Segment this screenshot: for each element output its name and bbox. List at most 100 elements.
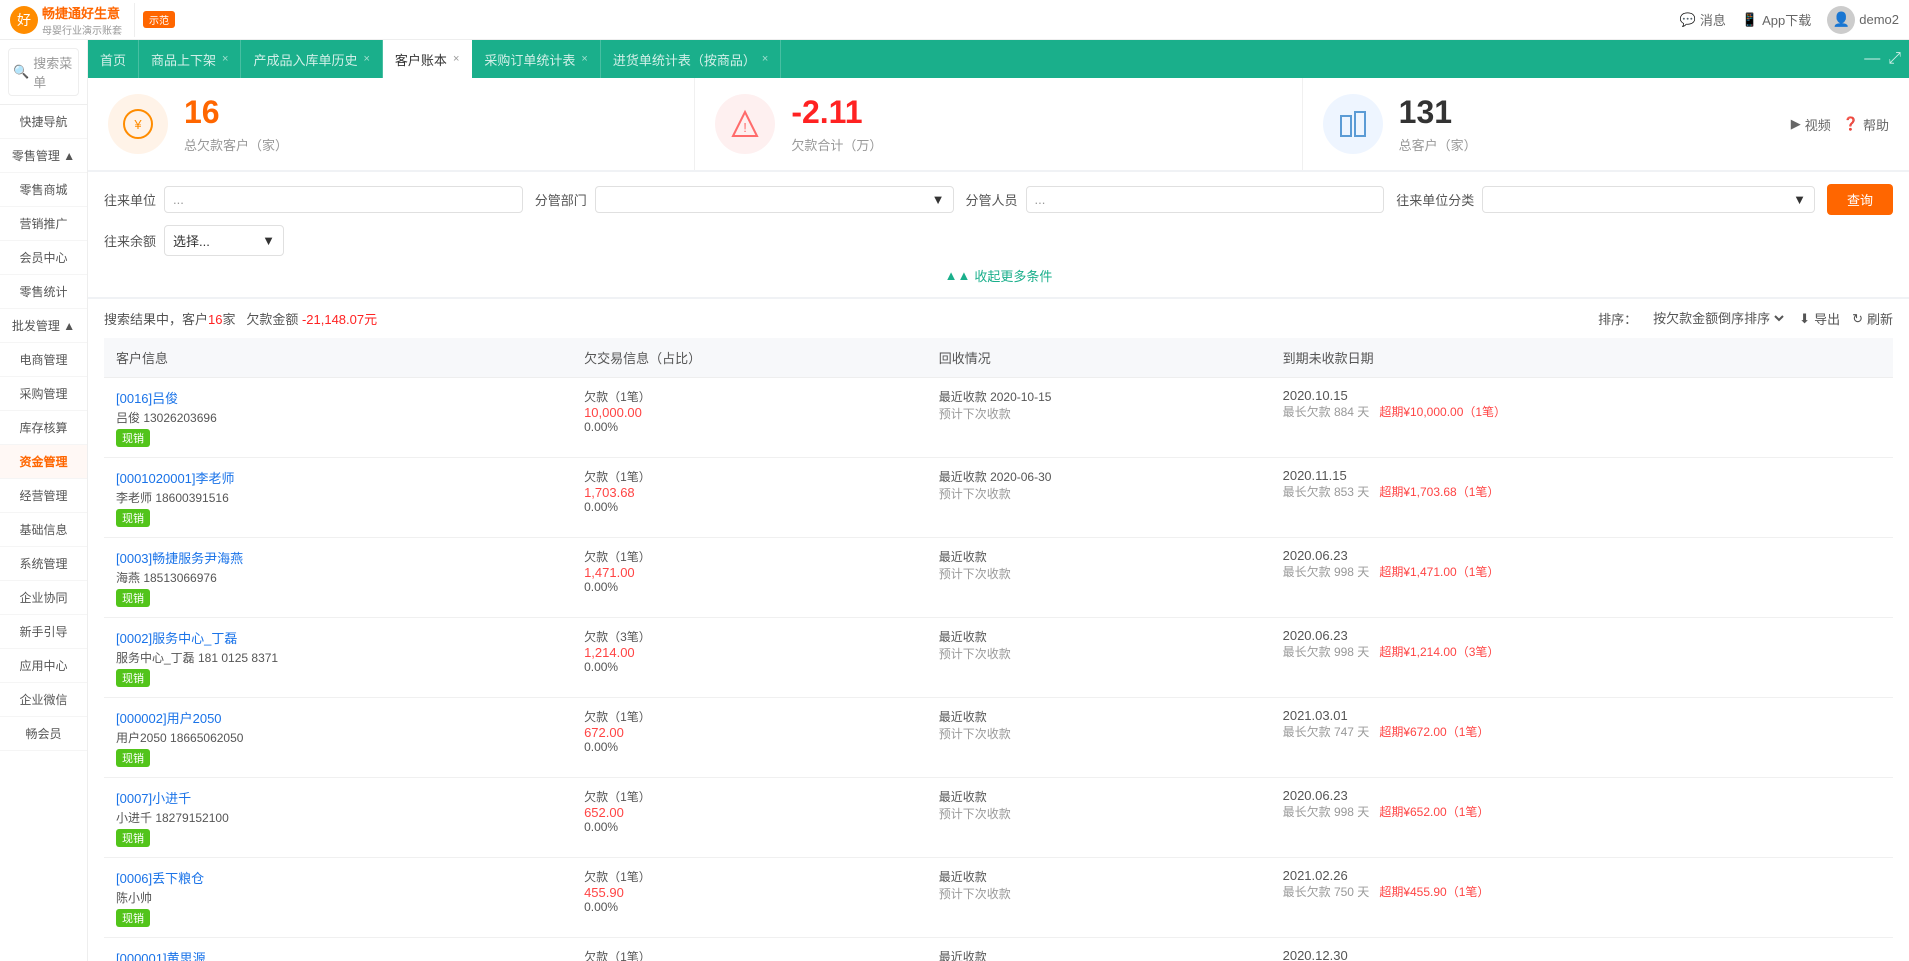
sidebar-item-wholesale[interactable]: 批发管理 ▲ — [0, 309, 87, 343]
refresh-button[interactable]: ↻ 刷新 — [1852, 309, 1893, 328]
search-menu-label: 搜索菜单 — [33, 53, 74, 91]
debt-percent-4: 0.00% — [584, 740, 915, 754]
filter-unit-label: 往来单位 — [104, 190, 156, 209]
filter-item-person: 分管人员 ... — [966, 186, 1385, 213]
customer-name-link-1[interactable]: [0001020001]李老师 — [116, 471, 235, 486]
tab-maximize-button[interactable]: ⤢ — [1888, 50, 1901, 68]
customer-name-link-5[interactable]: [0007]小进千 — [116, 791, 191, 806]
next-payment-2: 预计下次收款 — [939, 565, 1259, 582]
debt-count-6: 欠款（1笔） — [584, 868, 915, 885]
filter-balance-value: 选择... — [173, 231, 210, 250]
overdue-amount-link-4[interactable]: 超期¥672.00（1笔） — [1379, 725, 1489, 739]
filter-person-input[interactable]: ... — [1026, 186, 1385, 213]
sidebar-item-ecommerce[interactable]: 电商管理 — [0, 343, 87, 377]
tab-customer-ledger-close[interactable]: × — [453, 53, 459, 65]
recent-payment-4: 最近收款 — [939, 708, 1259, 725]
search-button[interactable]: 查询 — [1827, 184, 1893, 215]
filter-unit-input[interactable]: ... — [164, 186, 523, 213]
app-download-button[interactable]: 📱 App下载 — [1742, 10, 1811, 29]
filter-item-unit: 往来单位 ... — [104, 186, 523, 213]
cell-debt-4: 欠款（1笔） 672.00 0.00% — [572, 698, 927, 778]
recent-payment-1: 最近收款 2020-06-30 — [939, 468, 1259, 485]
sidebar-item-basic[interactable]: 基础信息 — [0, 513, 87, 547]
overdue-amount-link-2[interactable]: 超期¥1,471.00（1笔） — [1379, 565, 1499, 579]
stat-card-debt-total: ! -2.11 欠款合计（万） — [695, 78, 1302, 170]
customer-name-link-6[interactable]: [0006]丢下粮仓 — [116, 871, 204, 886]
customer-tag-4: 现销 — [116, 749, 150, 767]
avatar: 👤 — [1827, 6, 1855, 34]
stat-info-debt: 16 总欠款客户（家） — [184, 94, 288, 154]
demo-badge: 示范 — [143, 11, 175, 28]
sidebar-item-retail-store[interactable]: 零售商城 — [0, 173, 87, 207]
tab-stock-stats-close[interactable]: × — [762, 53, 768, 65]
next-payment-3: 预计下次收款 — [939, 645, 1259, 662]
tab-purchase-stats-close[interactable]: × — [581, 53, 587, 65]
sidebar-item-operations[interactable]: 经营管理 — [0, 479, 87, 513]
sidebar-item-member[interactable]: 会员中心 — [0, 241, 87, 275]
filter-dept-select[interactable]: ▼ — [595, 186, 954, 213]
message-button[interactable]: 💬 消息 — [1680, 10, 1726, 29]
tab-minimize-button[interactable]: — — [1864, 50, 1880, 68]
user-profile-button[interactable]: 👤 demo2 — [1827, 6, 1899, 34]
customer-name-link-4[interactable]: [000002]用户2050 — [116, 711, 222, 726]
filter-item-balance: 往来余额 选择... ▼ — [104, 225, 1893, 256]
member-label: 会员中心 — [4, 249, 83, 266]
app-container: 好 畅捷通好生意 母婴行业演示账套 示范 💬 消息 📱 App下载 👤 demo… — [0, 0, 1909, 961]
sidebar-item-system[interactable]: 系统管理 — [0, 547, 87, 581]
sidebar-item-retail[interactable]: 零售管理 ▲ — [0, 139, 87, 173]
retail-label: 零售管理 ▲ — [4, 147, 83, 164]
customer-phone-5: 小进千 18279152100 — [116, 809, 560, 826]
sidebar-item-wechat[interactable]: 企业微信 — [0, 683, 87, 717]
tab-customer-ledger[interactable]: 客户账本 × — [383, 40, 472, 78]
customer-name-link-7[interactable]: [000001]黄思源 — [116, 951, 206, 961]
summary-debt: -21,148.07元 — [302, 312, 377, 327]
page-content: ¥ 16 总欠款客户（家） ! -2.11 欠款合计（万） — [88, 78, 1909, 961]
data-table: 客户信息 欠交易信息（占比） 回收情况 到期未收款日期 [0016]吕俊 吕俊 … — [104, 338, 1893, 961]
overdue-amount-link-3[interactable]: 超期¥1,214.00（3笔） — [1379, 645, 1499, 659]
customer-name-link-2[interactable]: [0003]畅捷服务尹海燕 — [116, 551, 243, 566]
cell-due-date-5: 2020.06.23 最长欠款 998 天 超期¥652.00（1笔） — [1271, 778, 1893, 858]
help-button[interactable]: ❓ 帮助 — [1843, 115, 1889, 134]
sidebar-item-finance[interactable]: 资金管理 — [0, 445, 87, 479]
cell-customer-2: [0003]畅捷服务尹海燕 海燕 18513066976 现销 — [104, 538, 572, 618]
customer-name-link-3[interactable]: [0002]服务中心_丁磊 — [116, 631, 237, 646]
sidebar-item-collab[interactable]: 企业协同 — [0, 581, 87, 615]
export-button[interactable]: ⬇ 导出 — [1799, 309, 1840, 328]
stat-icon-debt: ¥ — [108, 94, 168, 154]
filter-row-2: 往来余额 选择... ▼ — [104, 225, 1893, 256]
filter-balance-select[interactable]: 选择... ▼ — [164, 225, 284, 256]
sidebar-item-quicknav[interactable]: 快捷导航 — [0, 105, 87, 139]
sidebar-item-inventory[interactable]: 库存核算 — [0, 411, 87, 445]
stat-debt-customers-label: 总欠款客户（家） — [184, 135, 288, 154]
tab-stock-history[interactable]: 产成品入库单历史 × — [241, 40, 382, 78]
tab-product-listing-close[interactable]: × — [222, 53, 228, 65]
overdue-amount-link-6[interactable]: 超期¥455.90（1笔） — [1379, 885, 1489, 899]
tab-product-listing[interactable]: 商品上下架 × — [139, 40, 241, 78]
tab-stock-history-close[interactable]: × — [363, 53, 369, 65]
tab-purchase-stats[interactable]: 采购订单统计表 × — [472, 40, 600, 78]
sidebar-item-apps[interactable]: 应用中心 — [0, 649, 87, 683]
cell-due-date-2: 2020.06.23 最长欠款 998 天 超期¥1,471.00（1笔） — [1271, 538, 1893, 618]
table-row: [0007]小进千 小进千 18279152100 现销 欠款（1笔） 652.… — [104, 778, 1893, 858]
table-area: 搜索结果中，客户16家 欠款金额 -21,148.07元 排序： 按欠款金额倒序… — [88, 299, 1909, 961]
collapse-button[interactable]: ▲▲ 收起更多条件 — [104, 266, 1893, 285]
overdue-amount-link-0[interactable]: 超期¥10,000.00（1笔） — [1379, 405, 1506, 419]
video-label: 视频 — [1805, 115, 1831, 134]
debt-amount-6: 455.90 — [584, 885, 915, 900]
customer-name-link-0[interactable]: [0016]吕俊 — [116, 391, 178, 406]
sidebar-item-member2[interactable]: 畅会员 — [0, 717, 87, 751]
filter-category-select[interactable]: ▼ — [1482, 186, 1815, 213]
overdue-amount-link-5[interactable]: 超期¥652.00（1笔） — [1379, 805, 1489, 819]
sidebar-item-guide[interactable]: 新手引导 — [0, 615, 87, 649]
overdue-amount-link-1[interactable]: 超期¥1,703.68（1笔） — [1379, 485, 1499, 499]
tab-home[interactable]: 首页 — [88, 40, 139, 78]
help-icon: ❓ — [1843, 116, 1859, 132]
sidebar-item-purchase[interactable]: 采购管理 — [0, 377, 87, 411]
video-button[interactable]: ▶ 视频 — [1791, 115, 1831, 134]
sidebar-item-marketing[interactable]: 营销推广 — [0, 207, 87, 241]
sidebar-item-retail-stats[interactable]: 零售统计 — [0, 275, 87, 309]
sort-select[interactable]: 按欠款金额倒序排序 — [1649, 310, 1787, 327]
search-menu-button[interactable]: 🔍 搜索菜单 — [8, 48, 79, 96]
filter-balance-arrow: ▼ — [262, 233, 275, 248]
tab-stock-stats[interactable]: 进货单统计表（按商品） × — [601, 40, 781, 78]
